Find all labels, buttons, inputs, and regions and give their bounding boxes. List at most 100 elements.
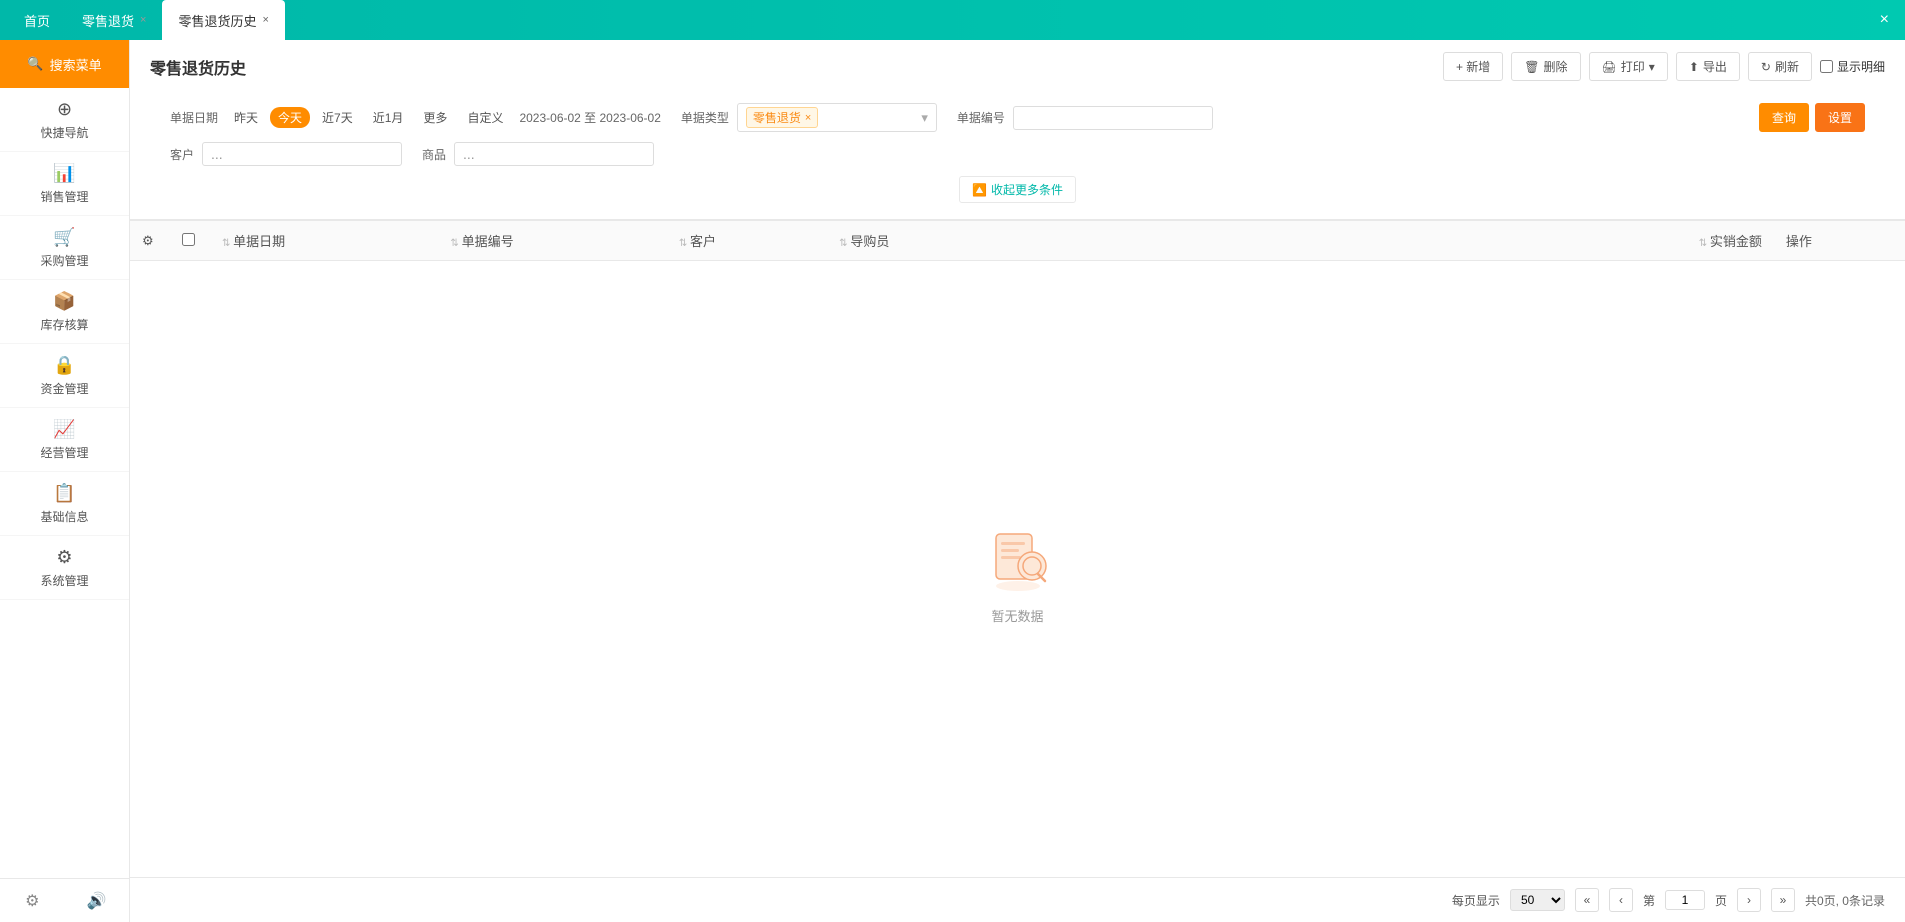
print-dropdown-icon: ▾ [1649, 60, 1655, 74]
next-page-button[interactable]: › [1737, 888, 1761, 912]
table-col-spacer [1022, 221, 1546, 261]
goods-ellipsis: ... [463, 146, 475, 162]
export-button[interactable]: ⬆ 导出 [1676, 52, 1740, 81]
tab-retail-return-close[interactable]: × [140, 14, 146, 26]
sidebar-item-sales-mgmt[interactable]: 📊 销售管理 [0, 152, 129, 216]
window-close-button[interactable]: × [1872, 11, 1897, 29]
quick-nav-icon: ⊕ [57, 99, 72, 120]
sidebar-item-finance[interactable]: 🔒 资金管理 [0, 344, 129, 408]
data-table: ⚙ ⇅ 单据日期 ⇅ 单据编号 ⇅ [130, 220, 1905, 261]
sidebar-item-sys-mgmt[interactable]: ⚙ 系统管理 [0, 536, 129, 600]
delete-icon: 🗑 [1524, 60, 1539, 74]
first-page-button[interactable]: « [1575, 888, 1599, 912]
print-label: 打印 [1621, 58, 1645, 75]
date-option-yesterday[interactable]: 昨天 [226, 107, 266, 128]
collapse-button[interactable]: 🔼 收起更多条件 [959, 176, 1076, 203]
sidebar-item-inventory-label: 库存核算 [40, 316, 88, 333]
date-option-more[interactable]: 更多 [415, 107, 455, 128]
table-col-actual-amount[interactable]: ⇅ 实销金额 [1545, 221, 1773, 261]
sort-icon-doc-no: ⇅ [450, 238, 461, 249]
sidebar-item-finance-label: 资金管理 [40, 380, 88, 397]
delete-button[interactable]: 🗑 删除 [1511, 52, 1580, 81]
sidebar-item-ops-mgmt[interactable]: 📈 经营管理 [0, 408, 129, 472]
table-col-doc-date[interactable]: ⇅ 单据日期 [210, 221, 438, 261]
sidebar-search[interactable]: 🔍 搜索菜单 [0, 40, 129, 88]
date-option-custom[interactable]: 自定义 [459, 107, 511, 128]
table-header-row: ⚙ ⇅ 单据日期 ⇅ 单据编号 ⇅ [130, 221, 1905, 261]
pagination-bar: 每页显示 20 50 100 « ‹ 第 页 › » 共0页, 0条记录 [130, 877, 1905, 922]
doc-type-label: 单据类型 [681, 109, 729, 126]
date-range-value: 2023-06-02 至 2023-06-02 [519, 109, 660, 126]
doc-type-tag: 零售退货 × [746, 107, 818, 128]
doc-no-label: 单据编号 [957, 109, 1005, 126]
content-area: 零售退货历史 + 新增 🗑 删除 🖨 打印 ▾ ⬆ 导出 [130, 40, 1905, 922]
doc-type-filter: 单据类型 零售退货 × ▾ [681, 103, 937, 132]
date-option-7days[interactable]: 近7天 [314, 107, 361, 128]
sidebar-settings-button[interactable]: ⚙ [0, 879, 65, 922]
date-option-1month[interactable]: 近1月 [365, 107, 412, 128]
collapse-label: 收起更多条件 [991, 181, 1063, 198]
tab-home-label: 首页 [24, 11, 50, 30]
settings-action-button[interactable]: 设置 [1815, 103, 1865, 132]
sidebar-item-purchase-mgmt-label: 采购管理 [40, 252, 88, 269]
tab-retail-return-history-close[interactable]: × [262, 14, 268, 26]
export-icon: ⬆ [1689, 60, 1699, 74]
sidebar-item-quick-nav[interactable]: ⊕ 快捷导航 [0, 88, 129, 152]
tab-list: 首页 零售退货 × 零售退货历史 × [8, 0, 1872, 40]
sidebar-item-inventory[interactable]: 📦 库存核算 [0, 280, 129, 344]
table-col-guide[interactable]: ⇅ 导购员 [827, 221, 1021, 261]
page-number-input[interactable] [1665, 890, 1705, 910]
page-title: 零售退货历史 [150, 55, 246, 79]
customer-filter: 客户 ... [170, 142, 402, 166]
doc-no-input[interactable] [1013, 106, 1213, 130]
collapse-area: 🔼 收起更多条件 [170, 176, 1865, 203]
sort-icon-customer: ⇅ [679, 238, 690, 249]
table-col-actions: 操作 [1774, 221, 1905, 261]
select-all-checkbox[interactable] [182, 233, 195, 246]
goods-filter: 商品 ... [422, 142, 654, 166]
print-icon: 🖨 [1602, 60, 1617, 74]
date-option-today[interactable]: 今天 [270, 107, 310, 128]
toolbar: + 新增 🗑 删除 🖨 打印 ▾ ⬆ 导出 ↻ [1443, 52, 1885, 81]
collapse-up-icon: 🔼 [972, 183, 987, 197]
print-button[interactable]: 🖨 打印 ▾ [1589, 52, 1668, 81]
doc-type-tag-close[interactable]: × [805, 112, 811, 124]
goods-select[interactable]: ... [454, 142, 654, 166]
tab-home[interactable]: 首页 [8, 0, 66, 40]
basic-info-icon: 📋 [53, 483, 75, 504]
sidebar: 🔍 搜索菜单 ⊕ 快捷导航 📊 销售管理 🛒 采购管理 📦 库存核算 🔒 [0, 40, 130, 922]
purchase-mgmt-icon: 🛒 [53, 227, 75, 248]
table-col-customer[interactable]: ⇅ 客户 [667, 221, 827, 261]
filter-row-1: 单据日期 昨天 今天 近7天 近1月 更多 自定义 2023-06-02 至 2… [170, 103, 1865, 132]
empty-state: 暂无数据 [130, 261, 1905, 877]
show-detail-checkbox[interactable] [1820, 60, 1833, 73]
refresh-label: 刷新 [1775, 58, 1799, 75]
sys-mgmt-icon: ⚙ [56, 547, 72, 568]
new-button[interactable]: + 新增 [1443, 52, 1503, 81]
sort-icon-guide: ⇅ [839, 238, 850, 249]
sidebar-item-basic-info[interactable]: 📋 基础信息 [0, 472, 129, 536]
table-col-doc-no[interactable]: ⇅ 单据编号 [438, 221, 666, 261]
sidebar-nav: ⊕ 快捷导航 📊 销售管理 🛒 采购管理 📦 库存核算 🔒 资金管理 📈 [0, 88, 129, 878]
show-detail-checkbox-label[interactable]: 显示明细 [1820, 58, 1885, 75]
sidebar-item-purchase-mgmt[interactable]: 🛒 采购管理 [0, 216, 129, 280]
sidebar-item-sys-mgmt-label: 系统管理 [40, 572, 88, 589]
sidebar-bottom: ⚙ 🔊 [0, 878, 129, 922]
tab-retail-return-history-label: 零售退货历史 [178, 11, 256, 30]
sidebar-volume-button[interactable]: 🔊 [65, 879, 130, 922]
search-icon: 🔍 [27, 56, 43, 72]
query-button[interactable]: 查询 [1759, 103, 1809, 132]
per-page-select[interactable]: 20 50 100 [1510, 889, 1565, 911]
tab-retail-return[interactable]: 零售退货 × [66, 0, 162, 40]
col-doc-no-label: 单据编号 [462, 234, 514, 249]
doc-type-select[interactable]: 零售退货 × ▾ [737, 103, 937, 132]
last-page-button[interactable]: » [1771, 888, 1795, 912]
refresh-button[interactable]: ↻ 刷新 [1748, 52, 1812, 81]
customer-select[interactable]: ... [202, 142, 402, 166]
page-title-row: 零售退货历史 + 新增 🗑 删除 🖨 打印 ▾ ⬆ 导出 [150, 52, 1885, 81]
tab-retail-return-history[interactable]: 零售退货历史 × [162, 0, 284, 40]
table-col-settings[interactable]: ⚙ [130, 221, 170, 261]
filter-row-2: 客户 ... 商品 ... [170, 142, 1865, 166]
sidebar-item-ops-mgmt-label: 经营管理 [40, 444, 88, 461]
prev-page-button[interactable]: ‹ [1609, 888, 1633, 912]
